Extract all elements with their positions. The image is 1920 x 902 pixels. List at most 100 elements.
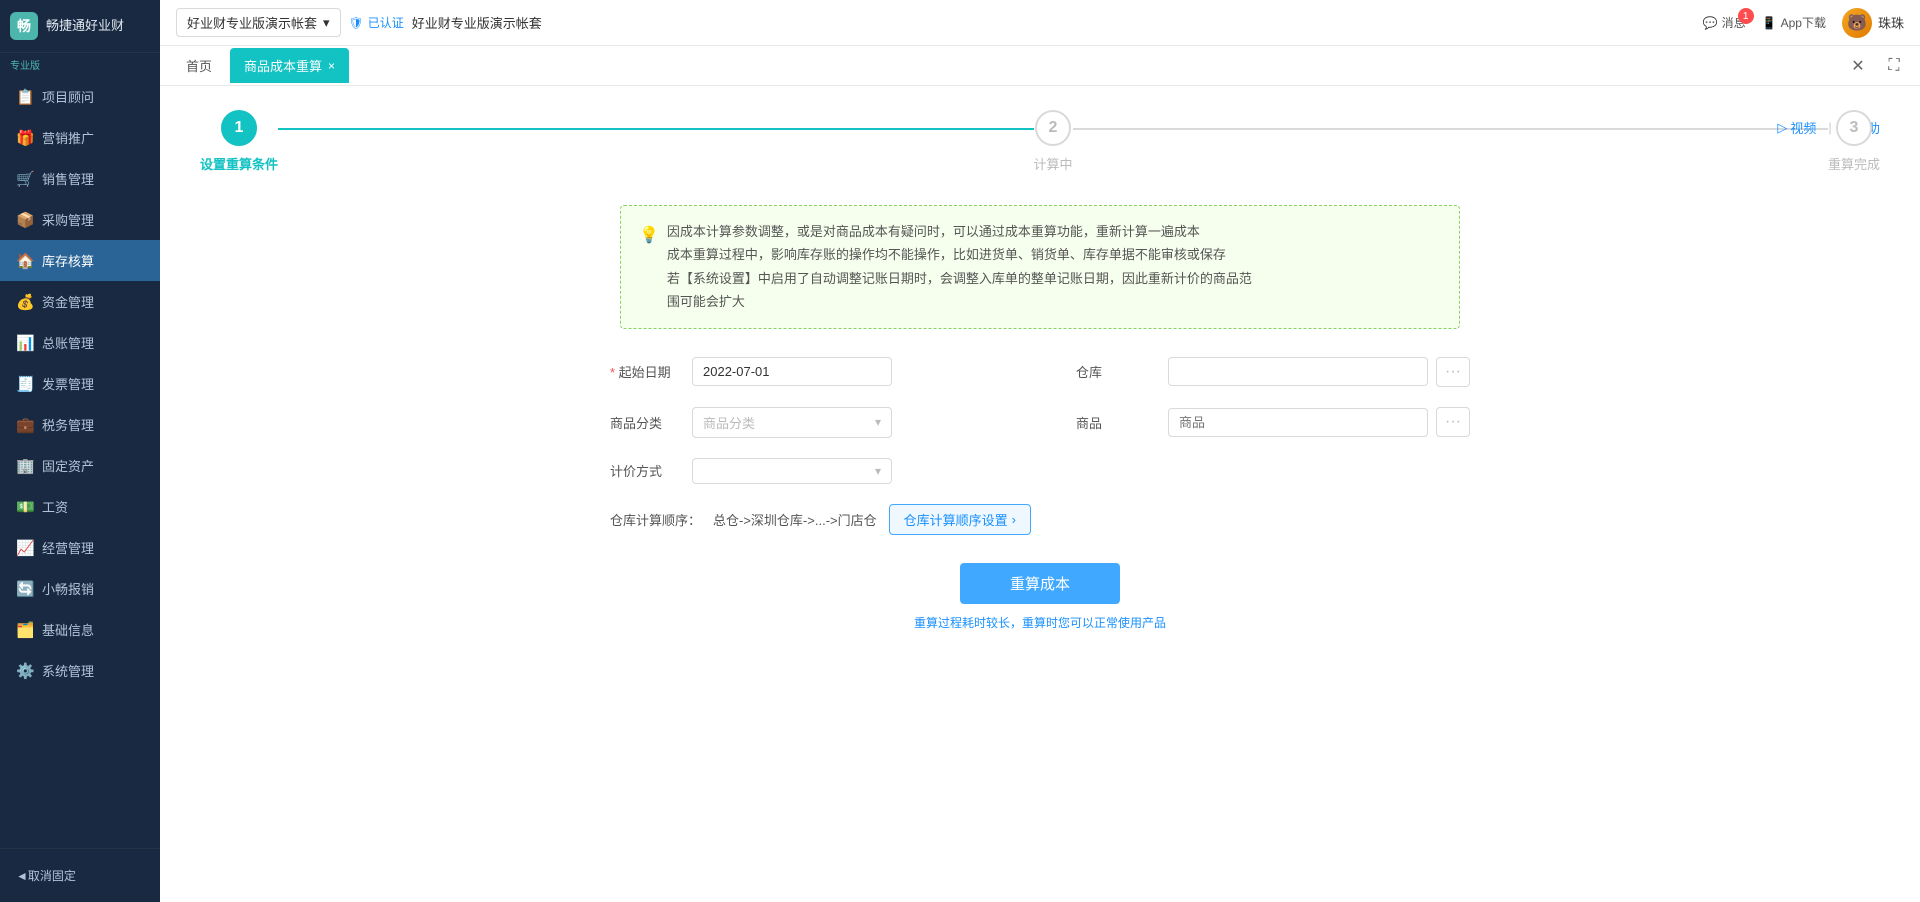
message-icon: 💬	[1703, 16, 1718, 30]
warehouse-group: 仓库 ···	[1036, 357, 1470, 387]
sidebar-item-operation[interactable]: 📈 经营管理	[0, 527, 160, 568]
salary-icon: 💵	[16, 498, 34, 516]
account-select[interactable]: 好业财专业版演示帐套 ▾	[176, 8, 341, 37]
notice-line1: 因成本计算参数调整，或是对商品成本有疑问时，可以通过成本重算功能，重新计算一遍成…	[667, 220, 1252, 243]
goods-label: 商品	[1076, 413, 1156, 432]
tab-recalc-label: 商品成本重算	[244, 56, 322, 75]
category-select-text: 商品分类	[703, 413, 755, 432]
sidebar-item-label: 库存核算	[42, 251, 94, 270]
sidebar-item-tax[interactable]: 💼 税务管理	[0, 404, 160, 445]
warehouse-input[interactable]	[1168, 357, 1428, 386]
step-2-num: 2	[1049, 119, 1058, 137]
verified-text: 已认证	[368, 14, 404, 31]
step-2-circle: 2	[1035, 110, 1071, 146]
recalc-button[interactable]: 重算成本	[960, 563, 1120, 604]
sidebar-item-asset[interactable]: 🏢 固定资产	[0, 445, 160, 486]
step-2: 2 计算中	[1034, 110, 1073, 173]
sidebar-item-accounting[interactable]: 📊 总账管理	[0, 322, 160, 363]
sidebar-item-label: 项目顾问	[42, 87, 94, 106]
warehouse-order-row: 仓库计算顺序： 总仓->深圳仓库->...->门店仓 仓库计算顺序设置 ›	[610, 504, 1470, 535]
tab-recalc[interactable]: 商品成本重算 ×	[230, 48, 349, 83]
sidebar-item-project[interactable]: 📋 项目顾问	[0, 76, 160, 117]
sidebar-bottom: ◄取消固定	[0, 848, 160, 902]
sales-icon: 🛒	[16, 170, 34, 188]
sidebar-item-system[interactable]: ⚙️ 系统管理	[0, 650, 160, 691]
cancel-pin-label: ◄取消固定	[16, 867, 76, 884]
purchase-icon: 📦	[16, 211, 34, 229]
goods-more-button[interactable]: ···	[1436, 407, 1470, 437]
sidebar-item-finance[interactable]: 💰 资金管理	[0, 281, 160, 322]
close-panel-button[interactable]: ✕	[1844, 52, 1872, 80]
sidebar-item-inventory[interactable]: 🏠 库存核算	[0, 240, 160, 281]
sidebar-item-label: 销售管理	[42, 169, 94, 188]
warehouse-order-settings-button[interactable]: 仓库计算顺序设置 ›	[889, 504, 1031, 535]
notice-line4: 围可能会扩大	[667, 290, 1252, 313]
user-avatar[interactable]: 🐻 珠珠	[1842, 8, 1904, 38]
sidebar-item-salary[interactable]: 💵 工资	[0, 486, 160, 527]
chevron-right-icon: ›	[1012, 512, 1016, 527]
tab-home-label: 首页	[186, 59, 212, 74]
tabbar: 首页 商品成本重算 × ✕ ⛶	[160, 46, 1920, 86]
sidebar-item-sales[interactable]: 🛒 销售管理	[0, 158, 160, 199]
notice-box: 💡 因成本计算参数调整，或是对商品成本有疑问时，可以通过成本重算功能，重新计算一…	[620, 205, 1460, 329]
avatar-image: 🐻	[1842, 8, 1872, 38]
tab-close-icon[interactable]: ×	[328, 59, 335, 73]
warehouse-more-button[interactable]: ···	[1436, 357, 1470, 387]
expand-panel-button[interactable]: ⛶	[1880, 52, 1908, 80]
shield-icon: 🛡	[349, 16, 364, 30]
warehouse-order-label: 仓库计算顺序：	[610, 510, 701, 529]
app-download-button[interactable]: 📱 App下载	[1762, 14, 1826, 31]
recalc-btn-label: 重算成本	[1010, 576, 1070, 593]
calendar-icon[interactable]: 📅	[889, 363, 892, 380]
topbar: 好业财专业版演示帐套 ▾ 🛡 已认证 好业财专业版演示帐套 💬 消息 1 📱 A…	[160, 0, 1920, 46]
start-date-group: 起始日期 📅	[610, 357, 1020, 386]
sidebar: 畅 畅捷通好业财 专业版 📋 项目顾问 🎁 营销推广 🛒 销售管理 📦 采购管理…	[0, 0, 160, 902]
recalc-section: 重算成本 重算过程耗时较长，重算时您可以正常使用产品	[610, 563, 1470, 631]
sidebar-item-basic[interactable]: 🗂️ 基础信息	[0, 609, 160, 650]
sidebar-item-expense[interactable]: 🔄 小畅报销	[0, 568, 160, 609]
topbar-right: 💬 消息 1 📱 App下载 🐻 珠珠	[1703, 8, 1904, 38]
sidebar-item-label: 总账管理	[42, 333, 94, 352]
sidebar-item-label: 基础信息	[42, 620, 94, 639]
logo-text: 畅捷通好业财	[46, 18, 124, 35]
warehouse-order-value: 总仓->深圳仓库->...->门店仓	[713, 510, 877, 529]
sidebar-item-invoice[interactable]: 🧾 发票管理	[0, 363, 160, 404]
category-select[interactable]: 商品分类 ▾	[692, 407, 892, 438]
pricing-label: 计价方式	[610, 461, 680, 480]
invoice-icon: 🧾	[16, 375, 34, 393]
basic-icon: 🗂️	[16, 621, 34, 639]
video-link[interactable]: ▷ 视频	[1777, 118, 1816, 137]
edition-label: 专业版	[0, 53, 160, 76]
phone-icon: 📱	[1762, 16, 1777, 30]
cancel-pin-button[interactable]: ◄取消固定	[0, 857, 160, 894]
goods-input[interactable]	[1168, 408, 1428, 437]
form-row-2: 商品分类 商品分类 ▾ 商品 ···	[610, 407, 1470, 438]
account-select-text: 好业财专业版演示帐套	[187, 13, 317, 32]
pricing-group: 计价方式 ▾	[610, 458, 1470, 484]
step-3: 3 重算完成	[1828, 110, 1880, 173]
step-1-label: 设置重算条件	[200, 154, 278, 173]
sidebar-item-marketing[interactable]: 🎁 营销推广	[0, 117, 160, 158]
message-button[interactable]: 💬 消息 1	[1703, 14, 1746, 31]
start-date-label: 起始日期	[610, 362, 680, 381]
category-select-arrow: ▾	[875, 415, 881, 429]
tab-home[interactable]: 首页	[172, 48, 226, 83]
step-1-num: 1	[235, 119, 244, 137]
inventory-icon: 🏠	[16, 252, 34, 270]
category-label: 商品分类	[610, 413, 680, 432]
goods-group: 商品 ···	[1036, 407, 1470, 437]
sidebar-item-label: 发票管理	[42, 374, 94, 393]
sidebar-item-label: 资金管理	[42, 292, 94, 311]
start-date-picker[interactable]: 📅	[692, 357, 892, 386]
step-1: 1 设置重算条件	[200, 110, 278, 173]
sidebar-item-purchase[interactable]: 📦 采购管理	[0, 199, 160, 240]
pricing-select[interactable]: ▾	[692, 458, 892, 484]
stepper: 1 设置重算条件 2 计算中 3 重算完成 ▷ 视频 | ?	[200, 110, 1880, 173]
app-label: App下载	[1781, 14, 1826, 31]
sidebar-logo: 畅 畅捷通好业财	[0, 0, 160, 53]
start-date-input[interactable]	[693, 358, 889, 385]
step-1-circle: 1	[221, 110, 257, 146]
warehouse-order-btn-label: 仓库计算顺序设置	[904, 510, 1008, 529]
sidebar-item-label: 营销推广	[42, 128, 94, 147]
marketing-icon: 🎁	[16, 129, 34, 147]
